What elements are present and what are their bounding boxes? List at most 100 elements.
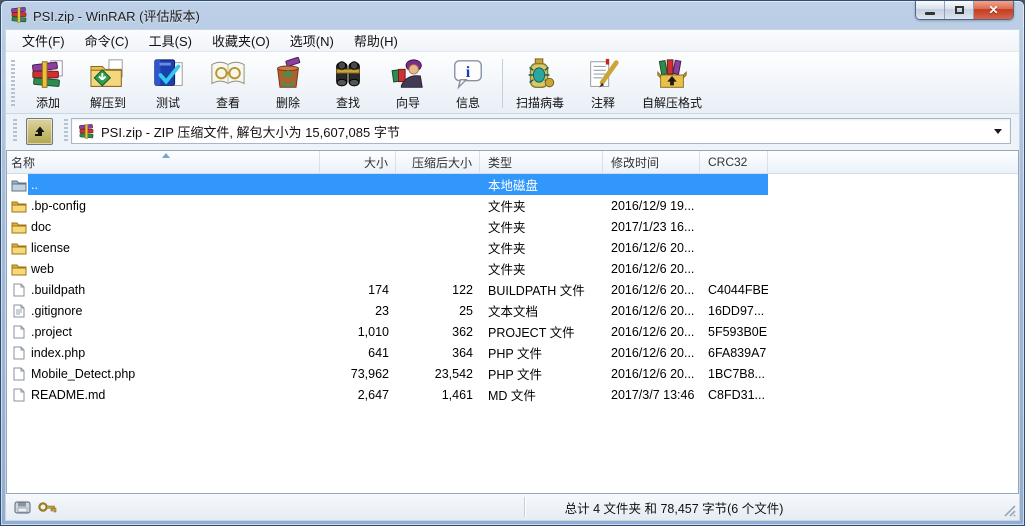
column-header-packed[interactable]: 压缩后大小 [396, 151, 480, 173]
archive-description: PSI.zip - ZIP 压缩文件, 解包大小为 15,607,085 字节 [101, 124, 400, 140]
file-row[interactable]: .bp-config 文件夹 2016/12/9 19... [7, 195, 1018, 216]
window-title: PSI.zip - WinRAR (评估版本) [33, 8, 200, 24]
virus-scan-button[interactable]: 扫描病毒 [507, 54, 573, 113]
statusbar: 总计 4 文件夹 和 78,457 字节(6 个文件) [6, 493, 1019, 520]
file-icon [13, 283, 25, 296]
test-button[interactable]: 测试 [138, 54, 198, 113]
extract-to-button[interactable]: 解压到 [78, 54, 138, 113]
tool-label: 查看 [215, 96, 240, 110]
tool-label: 解压到 [89, 96, 126, 110]
minimize-button[interactable] [916, 1, 945, 19]
file-row[interactable]: web 文件夹 2016/12/6 20... [7, 258, 1018, 279]
test-archive-icon [154, 59, 183, 86]
delete-button[interactable]: 删除 [258, 54, 318, 113]
menu-help[interactable]: 帮助(H) [344, 29, 408, 52]
file-row[interactable]: .project 1,010 362 PROJECT 文件 2016/12/6 … [7, 321, 1018, 342]
folder-up-icon [11, 180, 27, 191]
file-icon [13, 367, 25, 380]
file-row[interactable]: .gitignore 23 25 文本文档 2016/12/6 20... 16… [7, 300, 1018, 321]
combobox-dropdown-icon[interactable] [994, 128, 1002, 134]
file-row[interactable]: Mobile_Detect.php 73,962 23,542 PHP 文件 2… [7, 363, 1018, 384]
sort-ascending-icon [162, 153, 170, 158]
menu-favorites[interactable]: 收藏夹(O) [202, 29, 280, 52]
up-one-level-button[interactable] [26, 117, 53, 145]
up-arrow-icon [34, 126, 44, 136]
tool-label: 自解压格式 [642, 96, 703, 110]
file-row[interactable]: license 文件夹 2016/12/6 20... [7, 237, 1018, 258]
delete-icon [277, 57, 301, 88]
column-header-modified[interactable]: 修改时间 [603, 151, 700, 173]
extract-to-icon [90, 59, 123, 87]
column-header-crc32[interactable]: CRC32 [700, 151, 768, 173]
folder-icon [11, 222, 27, 233]
disk-activity-icon[interactable] [14, 500, 32, 515]
client-area: 文件(F) 命令(C) 工具(S) 收藏夹(O) 选项(N) 帮助(H) 添加 [5, 29, 1020, 521]
maximize-button[interactable] [945, 1, 974, 19]
tool-label: 添加 [35, 96, 60, 110]
view-button[interactable]: 查看 [198, 54, 258, 113]
file-row[interactable]: README.md 2,647 1,461 MD 文件 2017/3/7 13:… [7, 384, 1018, 405]
toolbar: 添加 解压到 测试 查看 删除 查找 向导 i 信息 扫描病毒 注释 自解压格式 [6, 52, 1019, 114]
file-row-updir[interactable]: .. 本地磁盘 [7, 174, 1018, 195]
file-icon [13, 346, 25, 359]
archive-path-combobox[interactable]: PSI.zip - ZIP 压缩文件, 解包大小为 15,607,085 字节 [71, 118, 1011, 144]
find-button[interactable]: 查找 [318, 54, 378, 113]
sfx-button[interactable]: 自解压格式 [633, 54, 711, 113]
info-icon: i [454, 60, 482, 90]
menu-tools[interactable]: 工具(S) [139, 29, 202, 52]
menu-file[interactable]: 文件(F) [12, 29, 75, 52]
column-headers: 名称 大小 压缩后大小 类型 修改时间 CRC32 [7, 151, 1018, 174]
column-header-size[interactable]: 大小 [320, 151, 396, 173]
zip-archive-icon [79, 123, 94, 139]
totals-text: 总计 4 文件夹 和 78,457 字节(6 个文件) [564, 501, 784, 516]
resize-grip[interactable] [1003, 504, 1017, 518]
folder-icon [11, 201, 27, 212]
file-icon [13, 388, 25, 401]
comment-button[interactable]: 注释 [573, 54, 633, 113]
menu-options[interactable]: 选项(N) [280, 29, 344, 52]
tool-label: 删除 [275, 96, 300, 110]
file-row[interactable]: .buildpath 174 122 BUILDPATH 文件 2016/12/… [7, 279, 1018, 300]
file-list: .. 本地磁盘 .bp-config 文件夹 2016/12/9 19... d… [7, 174, 1018, 493]
wizard-icon [391, 59, 423, 88]
winrar-logo-icon [11, 7, 27, 23]
column-header-filler [768, 151, 1018, 173]
folder-icon [11, 243, 27, 254]
add-archive-icon [32, 60, 63, 88]
file-list-panel: 名称 大小 压缩后大小 类型 修改时间 CRC32 .. 本地磁盘 .bp-co… [6, 150, 1019, 493]
statusbar-separator [524, 497, 525, 517]
addressbar: PSI.zip - ZIP 压缩文件, 解包大小为 15,607,085 字节 [6, 114, 1019, 150]
file-row[interactable]: doc 文件夹 2017/1/23 16... [7, 216, 1018, 237]
virus-scan-icon [528, 58, 555, 89]
tool-label: 查找 [335, 96, 360, 110]
toolbar-gripper[interactable] [11, 60, 15, 107]
file-row[interactable]: index.php 641 364 PHP 文件 2016/12/6 20...… [7, 342, 1018, 363]
wizard-button[interactable]: 向导 [378, 54, 438, 113]
svg-text:i: i [466, 64, 471, 81]
tool-label: 向导 [395, 96, 420, 110]
sfx-icon [657, 59, 687, 88]
info-button[interactable]: i 信息 [438, 54, 498, 113]
text-file-icon [13, 304, 25, 317]
find-icon [336, 61, 360, 87]
maximize-icon [954, 6, 964, 14]
tool-label: 扫描病毒 [516, 96, 565, 110]
titlebar: PSI.zip - WinRAR (评估版本) ✕ [1, 1, 1024, 29]
toolbar-separator [502, 59, 503, 108]
minimize-icon [925, 11, 935, 15]
close-button[interactable]: ✕ [974, 1, 1013, 19]
winrar-window: PSI.zip - WinRAR (评估版本) ✕ 文件(F) 命令(C) 工具… [0, 0, 1025, 526]
close-icon: ✕ [988, 3, 999, 17]
add-button[interactable]: 添加 [18, 54, 78, 113]
view-file-icon [211, 61, 245, 85]
addressbar-gripper-2[interactable] [64, 119, 68, 143]
tool-label: 注释 [591, 96, 616, 110]
menu-commands[interactable]: 命令(C) [75, 29, 139, 52]
column-header-type[interactable]: 类型 [480, 151, 603, 173]
tool-label: 测试 [155, 96, 180, 110]
file-icon [13, 325, 25, 338]
window-controls: ✕ [915, 1, 1014, 20]
comment-icon [590, 58, 619, 88]
encryption-key-icon[interactable] [38, 500, 58, 514]
addressbar-gripper[interactable] [13, 119, 17, 143]
